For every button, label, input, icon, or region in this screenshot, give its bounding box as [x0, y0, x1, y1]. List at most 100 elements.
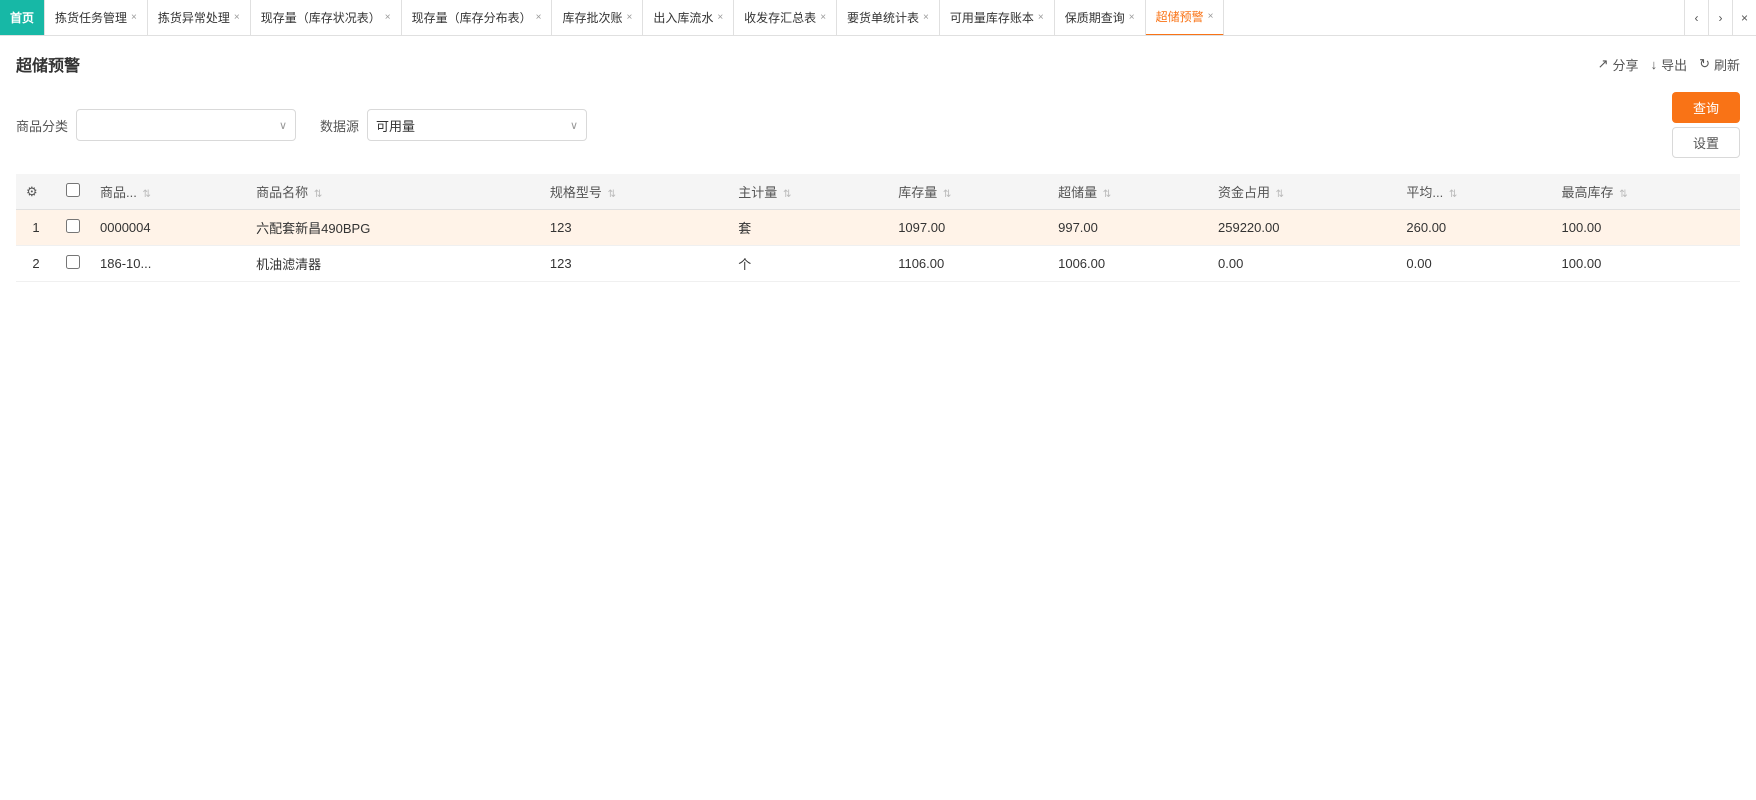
table-header-checkbox[interactable] — [56, 174, 90, 210]
refresh-button[interactable]: ↻ 刷新 — [1699, 55, 1740, 74]
nav-close-button[interactable]: × — [1732, 0, 1756, 36]
row-unit-1: 个 — [728, 246, 888, 282]
table-header-max[interactable]: 最高库存 ⇅ — [1552, 174, 1740, 210]
tab-label-8: 要货单统计表 — [847, 9, 919, 26]
refresh-label: 刷新 — [1714, 55, 1740, 74]
col-over-label: 超储量 — [1058, 185, 1097, 200]
row-name-1: 机油滤清器 — [246, 246, 540, 282]
col-spec-sort-icon: ⇅ — [608, 189, 616, 200]
nav-next-button[interactable]: › — [1708, 0, 1732, 36]
row-avg-1: 0.00 — [1396, 246, 1551, 282]
query-button[interactable]: 查询 — [1672, 92, 1740, 123]
datasource-filter: 数据源 可用量 ∨ — [320, 109, 587, 141]
table-header-settings[interactable]: ⚙ — [16, 174, 56, 210]
share-button[interactable]: ↗ 分享 — [1598, 55, 1639, 74]
row-stock-1: 1106.00 — [888, 246, 1048, 282]
nav-tab-2[interactable]: 拣货异常处理 × — [148, 0, 251, 36]
col-avg-sort-icon: ⇅ — [1449, 189, 1457, 200]
nav-prev-button[interactable]: ‹ — [1684, 0, 1708, 36]
datasource-label: 数据源 — [320, 116, 359, 135]
nav-tab-10[interactable]: 保质期查询 × — [1055, 0, 1146, 36]
tab-close-5[interactable]: × — [626, 12, 632, 23]
col-stock-label: 库存量 — [898, 185, 937, 200]
nav-tab-1[interactable]: 拣货任务管理 × — [45, 0, 148, 36]
table-header-avg[interactable]: 平均... ⇅ — [1396, 174, 1551, 210]
row-spec-0: 123 — [540, 210, 728, 246]
col-avg-label: 平均... — [1406, 185, 1443, 200]
nav-tab-8[interactable]: 要货单统计表 × — [837, 0, 940, 36]
export-label: 导出 — [1661, 55, 1687, 74]
tab-label-5: 库存批次账 — [562, 9, 622, 26]
row-spec-1: 123 — [540, 246, 728, 282]
table-header-over[interactable]: 超储量 ⇅ — [1048, 174, 1208, 210]
table-header-name[interactable]: 商品名称 ⇅ — [246, 174, 540, 210]
col-name-sort-icon: ⇅ — [314, 189, 322, 200]
nav-tab-6[interactable]: 出入库流水 × — [643, 0, 734, 36]
col-code-sort-icon: ⇅ — [142, 189, 150, 200]
col-code-label: 商品... — [100, 185, 137, 200]
nav-tab-home[interactable]: 首页 — [0, 0, 45, 36]
nav-arrows: ‹ › × — [1684, 0, 1756, 36]
category-label: 商品分类 — [16, 116, 68, 135]
tab-close-4[interactable]: × — [536, 12, 542, 23]
tab-label-10: 保质期查询 — [1065, 9, 1125, 26]
nav-tab-5[interactable]: 库存批次账 × — [552, 0, 643, 36]
data-table: ⚙ 商品... ⇅ 商品名称 ⇅ 规格型号 ⇅ 主计量 — [16, 174, 1740, 282]
page-content: 超储预警 ↗ 分享 ↓ 导出 ↻ 刷新 商品分类 ∨ 数据源 — [0, 36, 1756, 800]
nav-tab-7[interactable]: 收发存汇总表 × — [734, 0, 837, 36]
export-button[interactable]: ↓ 导出 — [1651, 55, 1688, 74]
tab-close-9[interactable]: × — [1038, 12, 1044, 23]
nav-tab-9[interactable]: 可用量库存账本 × — [940, 0, 1055, 36]
row-unit-0: 套 — [728, 210, 888, 246]
nav-tab-4[interactable]: 现存量（库存分布表） × — [402, 0, 553, 36]
nav-tab-11[interactable]: 超储预警 × — [1146, 0, 1225, 36]
row-capital-1: 0.00 — [1208, 246, 1396, 282]
filter-area: 商品分类 ∨ 数据源 可用量 ∨ 查询 设置 — [16, 92, 1740, 158]
page-title: 超储预警 — [16, 52, 80, 76]
refresh-icon: ↻ — [1699, 56, 1710, 72]
table-header-unit[interactable]: 主计量 ⇅ — [728, 174, 888, 210]
table-header-stock[interactable]: 库存量 ⇅ — [888, 174, 1048, 210]
row-select-1[interactable] — [66, 255, 80, 269]
row-over-1: 1006.00 — [1048, 246, 1208, 282]
nav-tab-3[interactable]: 现存量（库存状况表） × — [251, 0, 402, 36]
table-row: 1 0000004 六配套新昌490BPG 123 套 1097.00 997.… — [16, 210, 1740, 246]
table-header-row: ⚙ 商品... ⇅ 商品名称 ⇅ 规格型号 ⇅ 主计量 — [16, 174, 1740, 210]
table-header-spec[interactable]: 规格型号 ⇅ — [540, 174, 728, 210]
table-header-code[interactable]: 商品... ⇅ — [90, 174, 246, 210]
tab-close-3[interactable]: × — [385, 12, 391, 23]
tab-close-6[interactable]: × — [717, 12, 723, 23]
col-capital-label: 资金占用 — [1218, 185, 1270, 200]
row-checkbox-1[interactable] — [56, 246, 90, 282]
row-seq-1: 2 — [16, 246, 56, 282]
row-avg-0: 260.00 — [1396, 210, 1551, 246]
tab-label-11: 超储预警 — [1156, 8, 1204, 25]
tab-close-8[interactable]: × — [923, 12, 929, 23]
tab-close-11[interactable]: × — [1208, 11, 1214, 22]
col-unit-label: 主计量 — [738, 185, 777, 200]
row-capital-0: 259220.00 — [1208, 210, 1396, 246]
table-body: 1 0000004 六配套新昌490BPG 123 套 1097.00 997.… — [16, 210, 1740, 282]
row-maxstock-0: 100.00 — [1552, 210, 1740, 246]
home-label: 首页 — [10, 9, 34, 26]
col-capital-sort-icon: ⇅ — [1276, 189, 1284, 200]
tab-close-1[interactable]: × — [131, 12, 137, 23]
tab-close-7[interactable]: × — [820, 12, 826, 23]
row-checkbox-0[interactable] — [56, 210, 90, 246]
tab-close-2[interactable]: × — [234, 12, 240, 23]
category-chevron-icon: ∨ — [279, 119, 287, 132]
col-max-sort-icon: ⇅ — [1619, 189, 1627, 200]
table-header-capital[interactable]: 资金占用 ⇅ — [1208, 174, 1396, 210]
category-select[interactable]: ∨ — [76, 109, 296, 141]
settings-button[interactable]: 设置 — [1672, 127, 1740, 158]
tab-label-3: 现存量（库存状况表） — [261, 9, 381, 26]
select-all-checkbox[interactable] — [66, 183, 80, 197]
tab-label-9: 可用量库存账本 — [950, 9, 1034, 26]
row-code-1: 186-10... — [90, 246, 246, 282]
tab-label-7: 收发存汇总表 — [744, 9, 816, 26]
category-filter: 商品分类 ∨ — [16, 109, 296, 141]
settings-icon: ⚙ — [26, 184, 38, 199]
datasource-select[interactable]: 可用量 ∨ — [367, 109, 587, 141]
tab-close-10[interactable]: × — [1129, 12, 1135, 23]
row-select-0[interactable] — [66, 219, 80, 233]
